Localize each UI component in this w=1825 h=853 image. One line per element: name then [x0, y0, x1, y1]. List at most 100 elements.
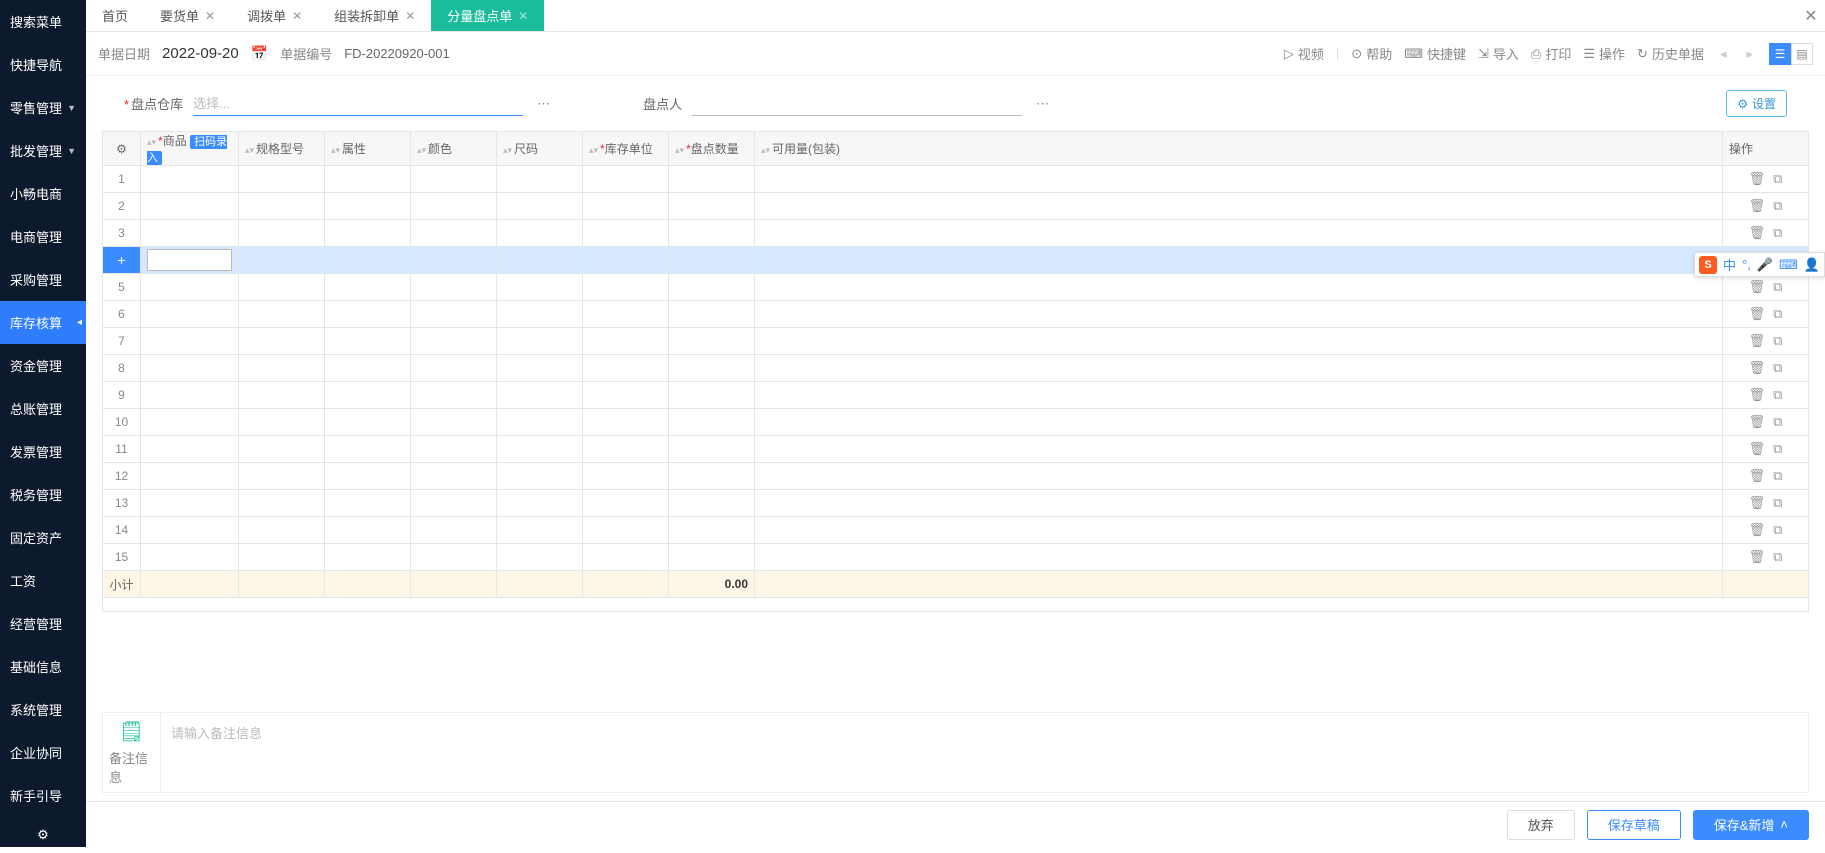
- copy-icon[interactable]: ⧉: [1773, 495, 1782, 510]
- sidebar-item-6[interactable]: 采购管理: [0, 258, 86, 301]
- delete-icon[interactable]: 🗑: [1749, 171, 1766, 186]
- delete-icon[interactable]: 🗑: [1749, 225, 1766, 240]
- ime-toolbar[interactable]: S 中 °, 🎤 ⌨ 👤: [1694, 252, 1825, 277]
- sidebar-item-4[interactable]: 小畅电商: [0, 172, 86, 215]
- warehouse-input[interactable]: [193, 92, 523, 116]
- copy-icon[interactable]: ⧉: [1773, 522, 1782, 537]
- delete-icon[interactable]: 🗑: [1749, 306, 1766, 321]
- copy-icon[interactable]: ⧉: [1773, 225, 1782, 240]
- nav-next-icon[interactable]: ▸: [1742, 46, 1757, 62]
- sidebar-item-15[interactable]: 基础信息: [0, 645, 86, 688]
- table-row[interactable]: 12🗑⧉: [103, 463, 1809, 490]
- sidebar-item-2[interactable]: 零售管理▼: [0, 86, 86, 129]
- ime-punct-icon[interactable]: °,: [1742, 257, 1751, 272]
- col-color[interactable]: ▴▾颜色: [411, 132, 497, 166]
- delete-icon[interactable]: 🗑: [1749, 360, 1766, 375]
- table-row[interactable]: 10🗑⧉: [103, 409, 1809, 436]
- product-cell[interactable]: [141, 166, 239, 193]
- table-row[interactable]: 8🗑⧉: [103, 355, 1809, 382]
- copy-icon[interactable]: ⧉: [1773, 387, 1782, 402]
- sidebar-item-1[interactable]: 快捷导航: [0, 43, 86, 86]
- delete-icon[interactable]: 🗑: [1749, 333, 1766, 348]
- person-picker-icon[interactable]: ⋯: [1032, 96, 1054, 112]
- close-icon[interactable]: ✕: [292, 9, 302, 23]
- close-icon[interactable]: ✕: [205, 9, 215, 23]
- table-row[interactable]: 3🗑⧉: [103, 220, 1809, 247]
- ime-lang[interactable]: 中: [1723, 255, 1736, 274]
- delete-icon[interactable]: 🗑: [1749, 522, 1766, 537]
- sidebar-item-16[interactable]: 系统管理: [0, 688, 86, 731]
- table-row[interactable]: 6🗑⧉: [103, 301, 1809, 328]
- table-row[interactable]: 5🗑⧉: [103, 274, 1809, 301]
- copy-icon[interactable]: ⧉: [1773, 414, 1782, 429]
- copy-icon[interactable]: ⧉: [1773, 441, 1782, 456]
- col-product[interactable]: ▴▾*商品 扫码录入: [141, 132, 239, 166]
- ime-user-icon[interactable]: 👤: [1804, 257, 1820, 273]
- print-button[interactable]: ⎙ 打印: [1531, 44, 1571, 63]
- table-row[interactable]: 13🗑⧉: [103, 490, 1809, 517]
- copy-icon[interactable]: ⧉: [1773, 468, 1782, 483]
- delete-icon[interactable]: 🗑: [1749, 549, 1766, 564]
- delete-icon[interactable]: 🗑: [1749, 414, 1766, 429]
- product-cell[interactable]: [141, 274, 239, 301]
- sidebar-item-7[interactable]: 库存核算: [0, 301, 86, 344]
- sidebar-item-13[interactable]: 工资: [0, 559, 86, 602]
- product-cell[interactable]: [141, 463, 239, 490]
- copy-icon[interactable]: ⧉: [1773, 198, 1782, 213]
- sidebar-item-0[interactable]: 搜索菜单: [0, 0, 86, 43]
- sidebar-item-10[interactable]: 发票管理: [0, 430, 86, 473]
- product-cell[interactable]: [141, 517, 239, 544]
- sidebar-item-5[interactable]: 电商管理: [0, 215, 86, 258]
- help-button[interactable]: ⊙ 帮助: [1351, 44, 1392, 63]
- sidebar-item-12[interactable]: 固定资产: [0, 516, 86, 559]
- person-input[interactable]: [692, 92, 1022, 116]
- delete-icon[interactable]: 🗑: [1749, 198, 1766, 213]
- delete-icon[interactable]: 🗑: [1749, 468, 1766, 483]
- sidebar-settings[interactable]: ⚙: [0, 817, 86, 853]
- table-row[interactable]: 1🗑⧉: [103, 166, 1809, 193]
- close-all-tabs[interactable]: ✕: [1797, 0, 1825, 31]
- product-cell[interactable]: [141, 382, 239, 409]
- save-button[interactable]: 保存&新增 ˄: [1693, 810, 1809, 840]
- table-row[interactable]: +🗑⧉: [103, 247, 1809, 274]
- copy-icon[interactable]: ⧉: [1773, 171, 1782, 186]
- tab-1[interactable]: 要货单✕: [144, 0, 231, 31]
- close-icon[interactable]: ✕: [405, 9, 415, 23]
- shortcut-button[interactable]: ⌨ 快捷键: [1404, 44, 1466, 63]
- delete-icon[interactable]: 🗑: [1749, 495, 1766, 510]
- product-cell[interactable]: [141, 301, 239, 328]
- table-row[interactable]: 14🗑⧉: [103, 517, 1809, 544]
- col-count[interactable]: ▴▾*盘点数量: [669, 132, 755, 166]
- sidebar-item-18[interactable]: 新手引导: [0, 774, 86, 817]
- close-icon[interactable]: ✕: [518, 9, 528, 23]
- history-button[interactable]: ↻ 历史单据: [1637, 44, 1704, 63]
- draft-button[interactable]: 保存草稿: [1587, 810, 1681, 840]
- col-spec[interactable]: ▴▾规格型号: [239, 132, 325, 166]
- delete-icon[interactable]: 🗑: [1749, 441, 1766, 456]
- settings-button[interactable]: ⚙ 设置: [1726, 90, 1787, 117]
- view-card-icon[interactable]: ▤: [1791, 43, 1813, 65]
- product-cell[interactable]: [141, 328, 239, 355]
- table-row[interactable]: 11🗑⧉: [103, 436, 1809, 463]
- sidebar-item-11[interactable]: 税务管理: [0, 473, 86, 516]
- col-unit[interactable]: ▴▾*库存单位: [583, 132, 669, 166]
- col-gear[interactable]: ⚙: [103, 132, 141, 166]
- discard-button[interactable]: 放弃: [1507, 810, 1575, 840]
- copy-icon[interactable]: ⧉: [1773, 360, 1782, 375]
- sidebar-item-9[interactable]: 总账管理: [0, 387, 86, 430]
- table-row[interactable]: 7🗑⧉: [103, 328, 1809, 355]
- product-cell[interactable]: [141, 355, 239, 382]
- product-cell[interactable]: [141, 193, 239, 220]
- table-row[interactable]: 9🗑⧉: [103, 382, 1809, 409]
- tab-2[interactable]: 调拨单✕: [231, 0, 318, 31]
- product-cell[interactable]: [141, 409, 239, 436]
- warehouse-picker-icon[interactable]: ⋯: [533, 96, 555, 112]
- sidebar-item-17[interactable]: 企业协同: [0, 731, 86, 774]
- import-button[interactable]: ⇲ 导入: [1478, 44, 1519, 63]
- col-attr[interactable]: ▴▾属性: [325, 132, 411, 166]
- tab-0[interactable]: 首页: [86, 0, 144, 31]
- operate-button[interactable]: ☰ 操作: [1583, 44, 1625, 63]
- h-scrollbar[interactable]: [102, 598, 1809, 612]
- delete-icon[interactable]: 🗑: [1749, 387, 1766, 402]
- copy-icon[interactable]: ⧉: [1773, 549, 1782, 564]
